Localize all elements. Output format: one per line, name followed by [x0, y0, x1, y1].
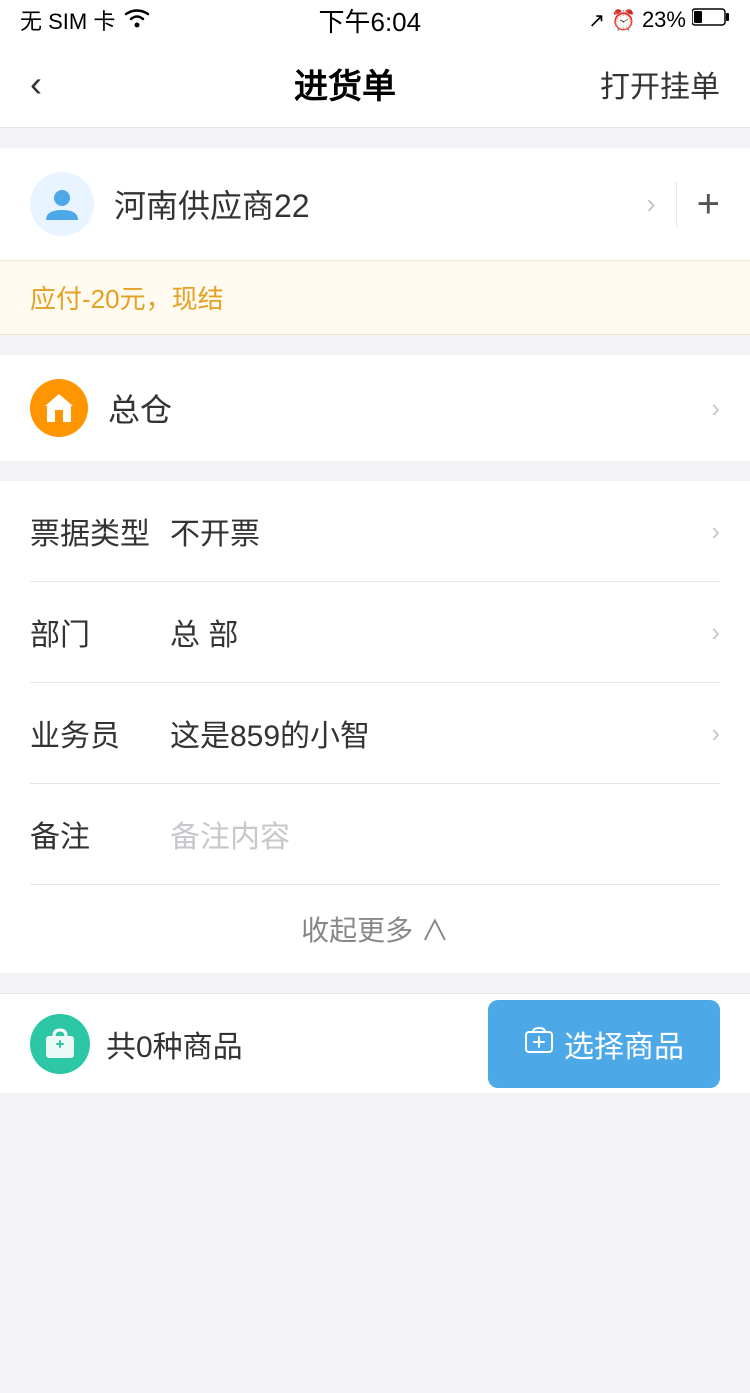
- notice-text: 应付-20元，现结: [30, 284, 224, 314]
- alarm-icon: ⏰: [611, 8, 636, 33]
- supplier-name: 河南供应商22: [114, 181, 646, 227]
- invoice-chevron-icon: ›: [711, 516, 720, 547]
- invoice-row[interactable]: 票据类型 不开票 ›: [0, 481, 750, 581]
- remark-input[interactable]: 备注内容: [170, 812, 720, 856]
- department-row[interactable]: 部门 总 部 ›: [0, 582, 750, 682]
- select-product-button[interactable]: 选择商品: [488, 1000, 720, 1088]
- select-product-label: 选择商品: [564, 1022, 684, 1066]
- status-time: 下午6:04: [319, 2, 422, 39]
- warehouse-name: 总仓: [108, 385, 701, 431]
- section-divider-3: [0, 973, 750, 993]
- carrier-text: 无 SIM 卡: [20, 4, 115, 36]
- battery-icon: [692, 7, 730, 33]
- section-divider-1: [0, 335, 750, 355]
- remark-row[interactable]: 备注 备注内容: [0, 784, 750, 884]
- background-fill: [0, 1093, 750, 1393]
- form-section: 票据类型 不开票 › 部门 总 部 › 业务员 这是859的小智 › 备注 备注…: [0, 481, 750, 973]
- supplier-avatar: [30, 172, 94, 236]
- salesman-value: 这是859的小智: [170, 711, 701, 755]
- nav-bar: ‹ 进货单 打开挂单: [0, 40, 750, 128]
- warehouse-section: 总仓 ›: [0, 355, 750, 461]
- select-product-icon: [524, 1026, 554, 1062]
- notice-bar: 应付-20元，现结: [0, 260, 750, 335]
- location-icon: ↗: [588, 8, 605, 33]
- status-carrier: 无 SIM 卡: [20, 4, 151, 36]
- warehouse-chevron-icon: ›: [711, 393, 720, 424]
- salesman-label: 业务员: [30, 711, 150, 755]
- salesman-row[interactable]: 业务员 这是859的小智 ›: [0, 683, 750, 783]
- invoice-label: 票据类型: [30, 509, 150, 553]
- status-indicators: ↗ ⏰ 23%: [588, 7, 730, 33]
- department-value: 总 部: [170, 610, 701, 654]
- page-title: 进货单: [294, 59, 396, 108]
- product-count: 共0种商品: [106, 1022, 488, 1066]
- battery-text: 23%: [642, 7, 686, 33]
- warehouse-row[interactable]: 总仓 ›: [0, 355, 750, 461]
- product-icon: [30, 1014, 90, 1074]
- open-pending-button[interactable]: 打开挂单: [600, 62, 720, 106]
- supplier-chevron-icon: ›: [646, 188, 655, 220]
- back-button[interactable]: ‹: [30, 63, 90, 105]
- collapse-label: 收起更多 ∧: [301, 909, 449, 949]
- wifi-icon: [123, 6, 151, 34]
- bottom-bar: 共0种商品 选择商品: [0, 993, 750, 1093]
- invoice-value: 不开票: [170, 509, 701, 553]
- add-supplier-button[interactable]: +: [676, 182, 720, 227]
- department-chevron-icon: ›: [711, 617, 720, 648]
- salesman-chevron-icon: ›: [711, 718, 720, 749]
- top-divider: [0, 128, 750, 148]
- supplier-section: 河南供应商22 › + 应付-20元，现结: [0, 148, 750, 335]
- remark-label: 备注: [30, 812, 150, 856]
- warehouse-icon: [30, 379, 88, 437]
- department-label: 部门: [30, 610, 150, 654]
- collapse-button[interactable]: 收起更多 ∧: [0, 885, 750, 973]
- section-divider-2: [0, 461, 750, 481]
- status-bar: 无 SIM 卡 下午6:04 ↗ ⏰ 23%: [0, 0, 750, 40]
- supplier-row[interactable]: 河南供应商22 › +: [0, 148, 750, 260]
